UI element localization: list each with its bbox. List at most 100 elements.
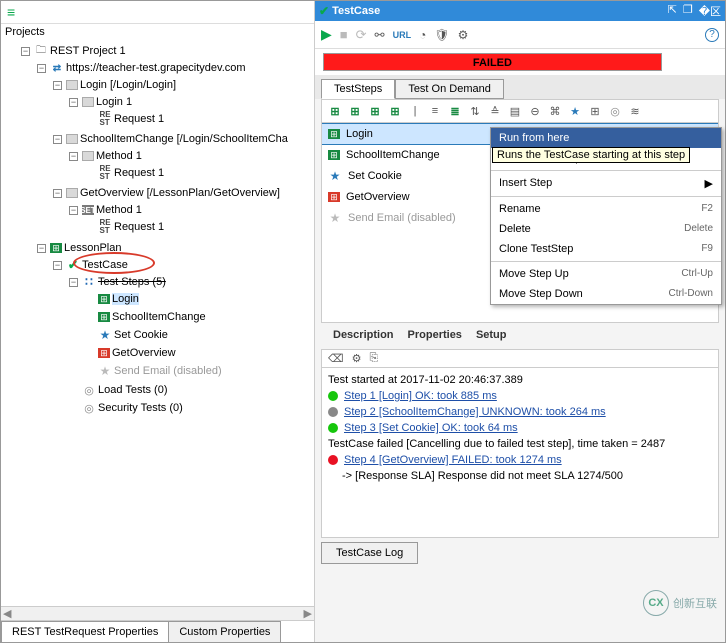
- collapse-icon[interactable]: −: [37, 244, 46, 253]
- step-label: Send Email (disabled): [348, 212, 456, 224]
- tree-step-login[interactable]: Login: [112, 293, 139, 305]
- resource-icon: [66, 134, 78, 144]
- tool-icon[interactable]: ≣: [448, 105, 462, 118]
- help-icon[interactable]: ?: [705, 28, 719, 42]
- tree-step-cookie[interactable]: Set Cookie: [114, 329, 168, 341]
- tool-icon[interactable]: ⌘: [548, 105, 562, 118]
- menu-rename[interactable]: RenameF2: [491, 199, 721, 219]
- tab-rest-props[interactable]: REST TestRequest Properties: [1, 621, 169, 642]
- add-step-icon[interactable]: ⊞: [348, 105, 362, 118]
- star-icon[interactable]: ★: [568, 105, 582, 118]
- steps-icon: ∷: [82, 275, 96, 289]
- tool-icon[interactable]: ⊖: [528, 105, 542, 118]
- collapse-icon[interactable]: −: [53, 261, 62, 270]
- tree-lessonplan[interactable]: LessonPlan: [64, 242, 122, 254]
- tool-icon[interactable]: ⊞: [588, 105, 602, 118]
- tree-request1c[interactable]: Request 1: [114, 221, 164, 233]
- tab-setup[interactable]: Setup: [476, 329, 507, 341]
- collapse-icon[interactable]: −: [37, 64, 46, 73]
- clear-icon[interactable]: ⌫: [328, 352, 344, 365]
- menu-clone[interactable]: Clone TestStepF9: [491, 239, 721, 259]
- collapse-icon[interactable]: −: [69, 152, 78, 161]
- rest-step-fail-icon: ⊞: [328, 192, 340, 202]
- menu-insert[interactable]: Insert Step ▶: [491, 173, 721, 194]
- gear-icon[interactable]: ⚙: [458, 28, 469, 42]
- tool-icon[interactable]: ▤: [508, 105, 522, 118]
- log-link[interactable]: Step 2 [SchoolItemChange] UNKNOWN: took …: [344, 406, 606, 418]
- tab-testondemand[interactable]: Test On Demand: [395, 79, 504, 99]
- menu-run-from-here[interactable]: Run from here: [491, 128, 721, 148]
- groovy-icon: ★: [328, 169, 342, 183]
- menu-move-up[interactable]: Move Step UpCtrl-Up: [491, 264, 721, 284]
- tree-sectests[interactable]: Security Tests (0): [98, 402, 183, 414]
- log-link[interactable]: Step 4 [GetOverview] FAILED: took 1274 m…: [344, 454, 562, 466]
- menu-move-down[interactable]: Move Step DownCtrl-Down: [491, 284, 721, 304]
- tree-step-school[interactable]: SchoolItemChange: [112, 311, 206, 323]
- tree-step-getov[interactable]: GetOverview: [112, 347, 176, 359]
- external-icon[interactable]: ⇱: [668, 3, 677, 19]
- tree-login-group[interactable]: Login [/Login/Login]: [80, 79, 176, 91]
- hamburger-icon[interactable]: ≡: [1, 1, 314, 24]
- tree-login1[interactable]: Login 1: [96, 96, 132, 108]
- endpoint-icon: ⇄: [50, 61, 64, 75]
- stop-icon[interactable]: ■: [340, 27, 348, 42]
- loop-icon[interactable]: ⟳: [356, 27, 367, 43]
- project-tree[interactable]: −🗀REST Project 1 −⇄https://teacher-test.…: [1, 40, 314, 606]
- method-icon: SET: [82, 205, 94, 215]
- tool-icon[interactable]: ≋: [628, 105, 642, 118]
- tab-custom-props[interactable]: Custom Properties: [168, 621, 281, 642]
- add-step-icon[interactable]: ⊞: [388, 105, 402, 118]
- run-icon[interactable]: ▶: [321, 26, 332, 43]
- url-label[interactable]: URL: [393, 30, 412, 40]
- collapse-icon[interactable]: −: [53, 189, 62, 198]
- tree-request1[interactable]: Request 1: [114, 113, 164, 125]
- collapse-icon[interactable]: −: [21, 47, 30, 56]
- tab-description[interactable]: Description: [333, 329, 394, 341]
- collapse-icon[interactable]: −: [69, 206, 78, 215]
- teststeps-list[interactable]: ⊞Login ⊞SchoolItemChange ★Set Cookie ⊞Ge…: [321, 123, 719, 323]
- tab-testcase-log[interactable]: TestCase Log: [321, 542, 418, 564]
- shield2-icon[interactable]: 🛡: [434, 28, 449, 42]
- collapse-icon[interactable]: −: [53, 135, 62, 144]
- tree-testcase[interactable]: TestCase: [82, 259, 128, 271]
- tree-method1b[interactable]: Method 1: [96, 204, 142, 216]
- collapse-icon[interactable]: −: [69, 278, 78, 287]
- collapse-icon[interactable]: −: [69, 98, 78, 107]
- step-label: Set Cookie: [348, 170, 402, 182]
- tree-step-email[interactable]: Send Email (disabled): [114, 365, 222, 377]
- projects-label: Projects: [1, 24, 314, 40]
- tree-method1[interactable]: Method 1: [96, 150, 142, 162]
- log-link[interactable]: Step 1 [Login] OK: took 885 ms: [344, 390, 497, 402]
- target-icon[interactable]: ◎: [608, 105, 622, 118]
- link-icon[interactable]: ⚯: [375, 28, 385, 42]
- target-icon: ◎: [82, 383, 96, 397]
- tool-icon[interactable]: ≙: [488, 105, 502, 118]
- menu-shortcut: F9: [701, 243, 713, 255]
- gear-icon[interactable]: ⚙: [352, 352, 362, 365]
- tree-request1b[interactable]: Request 1: [114, 167, 164, 179]
- tool-icon[interactable]: ⇅: [468, 105, 482, 118]
- rest-step-icon: ⊞: [328, 150, 340, 160]
- tree-loadtests[interactable]: Load Tests (0): [98, 384, 168, 396]
- close-icon[interactable]: �区: [699, 3, 721, 19]
- log-link[interactable]: Step 3 [Set Cookie] OK: took 64 ms: [344, 422, 518, 434]
- maximize-icon[interactable]: ❐: [683, 3, 693, 19]
- collapse-icon[interactable]: −: [53, 81, 62, 90]
- add-step-icon[interactable]: ⊞: [328, 105, 342, 118]
- tool-icon[interactable]: ≡: [428, 105, 442, 117]
- shield-icon[interactable]: ◔: [419, 28, 426, 42]
- tree-teststeps[interactable]: Test Steps (5): [98, 276, 166, 288]
- tree-school-group[interactable]: SchoolItemChange [/Login/SchoolItemCha: [80, 133, 288, 145]
- export-icon[interactable]: ⎘: [369, 352, 378, 365]
- tab-teststeps[interactable]: TestSteps: [321, 79, 395, 99]
- tab-properties[interactable]: Properties: [408, 329, 462, 341]
- add-step-icon[interactable]: ⊞: [368, 105, 382, 118]
- menu-delete[interactable]: DeleteDelete: [491, 219, 721, 239]
- menu-label: Delete: [499, 223, 531, 235]
- tree-rest-project[interactable]: REST Project 1: [50, 45, 126, 57]
- submenu-arrow-icon: ▶: [705, 177, 713, 190]
- tree-getov-group[interactable]: GetOverview [/LessonPlan/GetOverview]: [80, 187, 280, 199]
- menu-label: Insert Step: [499, 177, 552, 190]
- tree-host[interactable]: https://teacher-test.grapecitydev.com: [66, 62, 246, 74]
- scrollbar[interactable]: ◀▶: [1, 606, 314, 620]
